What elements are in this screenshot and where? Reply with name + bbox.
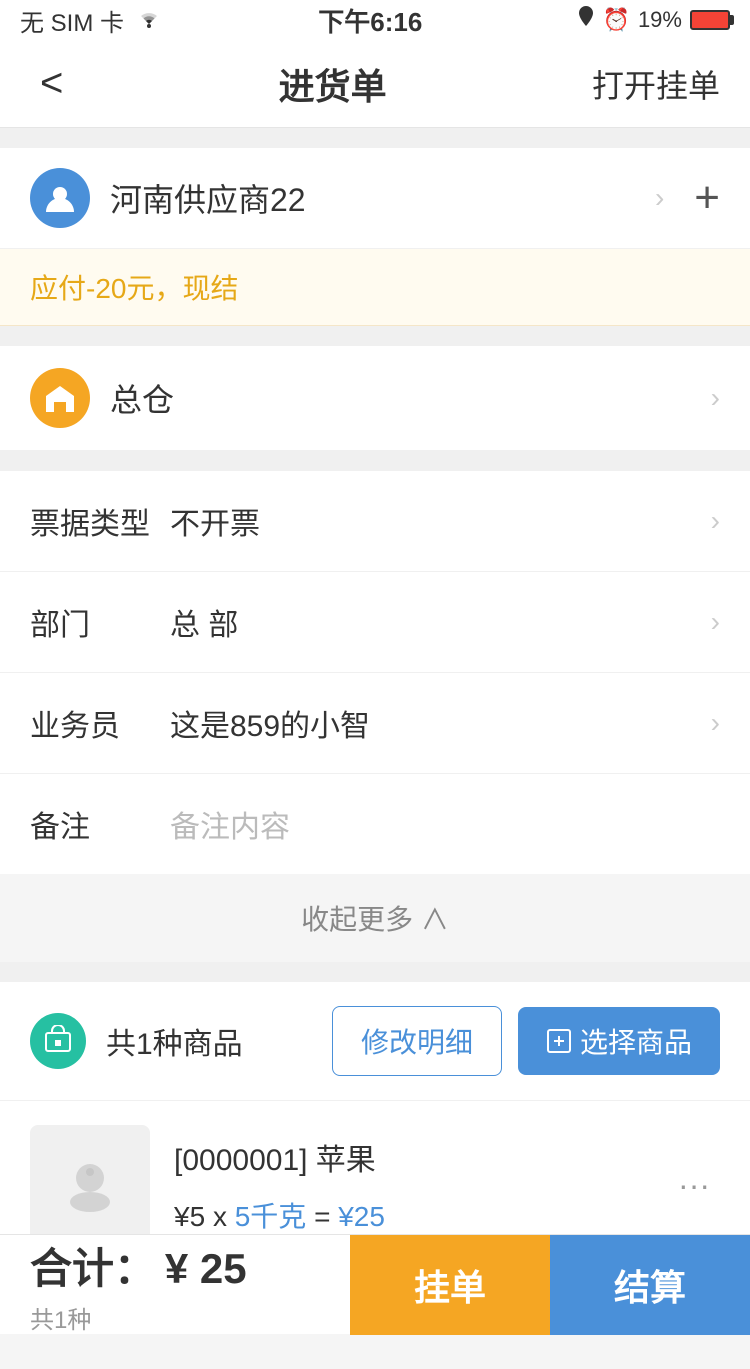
wifi-icon xyxy=(134,6,164,35)
supplier-avatar xyxy=(30,168,90,228)
location-icon xyxy=(577,6,595,34)
dept-row[interactable]: 部门 总 部 › xyxy=(0,571,750,672)
hang-button[interactable]: 挂单 xyxy=(350,1235,550,1335)
gap-3 xyxy=(0,450,750,470)
product-count-text: 共1种商品 xyxy=(106,1019,332,1063)
supplier-row[interactable]: 河南供应商22 › + xyxy=(0,148,750,249)
back-button[interactable]: < xyxy=(30,51,73,116)
dept-label: 部门 xyxy=(30,600,170,644)
collapse-label: 收起更多 ∧ xyxy=(301,898,449,938)
product-name: [0000001] 苹果 xyxy=(174,1135,644,1179)
invoice-label: 票据类型 xyxy=(30,499,170,543)
warehouse-icon xyxy=(30,368,90,428)
status-right: ⏰ 19% xyxy=(577,6,730,34)
add-supplier-button[interactable]: + xyxy=(694,176,720,220)
product-section: 共1种商品 修改明细 选择商品 [0000001] 苹果 ¥5 x xyxy=(0,982,750,1269)
supplier-arrow-icon: › xyxy=(655,182,664,214)
remark-row[interactable]: 备注 备注内容 xyxy=(0,773,750,874)
select-product-button[interactable]: 选择商品 xyxy=(518,1007,720,1075)
page-title: 进货单 xyxy=(279,58,387,110)
warehouse-arrow-icon: › xyxy=(711,382,720,414)
product-thumbnail xyxy=(30,1125,150,1245)
remark-input[interactable]: 备注内容 xyxy=(170,802,720,846)
carrier-text: 无 SIM 卡 xyxy=(20,3,124,38)
open-hang-button[interactable]: 打开挂单 xyxy=(592,61,720,107)
quantity: 5千克 xyxy=(235,1201,307,1232)
supplier-alert: 应付-20元，现结 xyxy=(0,249,750,326)
total-value: ¥ 25 xyxy=(165,1245,247,1292)
product-header: 共1种商品 修改明细 选择商品 xyxy=(0,982,750,1100)
settle-button[interactable]: 结算 xyxy=(550,1235,750,1335)
gap-2 xyxy=(0,326,750,346)
total-label: 合计： xyxy=(30,1245,156,1292)
invoice-value: 不开票 xyxy=(170,499,711,543)
price-separator: x xyxy=(213,1201,235,1232)
warehouse-name: 总仓 xyxy=(110,375,711,421)
status-bar: 无 SIM 卡 下午6:16 ⏰ 19% xyxy=(0,0,750,40)
dept-value: 总 部 xyxy=(170,600,711,644)
alarm-icon: ⏰ xyxy=(603,7,630,33)
total-amount: 合计： ¥ 25 xyxy=(30,1235,320,1296)
select-product-label: 选择商品 xyxy=(580,1021,692,1061)
invoice-arrow-icon: › xyxy=(711,505,720,537)
product-info: [0000001] 苹果 ¥5 x 5千克 = ¥25 xyxy=(174,1135,644,1235)
product-count-icon xyxy=(30,1013,86,1069)
edit-detail-button[interactable]: 修改明细 xyxy=(332,1006,502,1076)
total-section: 合计： ¥ 25 共1种 xyxy=(0,1235,350,1335)
nav-bar: < 进货单 打开挂单 xyxy=(0,40,750,128)
warehouse-section: 总仓 › xyxy=(0,346,750,450)
sales-label: 业务员 xyxy=(30,701,170,745)
product-price: ¥5 x 5千克 = ¥25 xyxy=(174,1195,644,1235)
warehouse-row[interactable]: 总仓 › xyxy=(0,346,750,450)
bottom-bar: 合计： ¥ 25 共1种 挂单 结算 xyxy=(0,1234,750,1334)
equals: = xyxy=(314,1201,338,1232)
collapse-row[interactable]: 收起更多 ∧ xyxy=(0,874,750,962)
supplier-section: 河南供应商22 › + 应付-20元，现结 xyxy=(0,148,750,326)
total-price: ¥25 xyxy=(338,1201,385,1232)
dept-arrow-icon: › xyxy=(711,606,720,638)
status-left: 无 SIM 卡 xyxy=(20,3,164,38)
status-time: 下午6:16 xyxy=(318,2,422,39)
form-section: 票据类型 不开票 › 部门 总 部 › 业务员 这是859的小智 › 备注 备注… xyxy=(0,470,750,874)
invoice-row[interactable]: 票据类型 不开票 › xyxy=(0,470,750,571)
gap-1 xyxy=(0,128,750,148)
sales-row[interactable]: 业务员 这是859的小智 › xyxy=(0,672,750,773)
unit-price: ¥5 xyxy=(174,1201,205,1232)
sales-value: 这是859的小智 xyxy=(170,701,711,745)
battery-icon xyxy=(690,10,730,30)
supplier-name: 河南供应商22 xyxy=(110,175,655,221)
remark-label: 备注 xyxy=(30,802,170,846)
total-count: 共1种 xyxy=(30,1300,320,1335)
gap-4 xyxy=(0,962,750,982)
battery-percent: 19% xyxy=(638,7,682,33)
sales-arrow-icon: › xyxy=(711,707,720,739)
product-more-button[interactable]: ··· xyxy=(668,1157,720,1214)
